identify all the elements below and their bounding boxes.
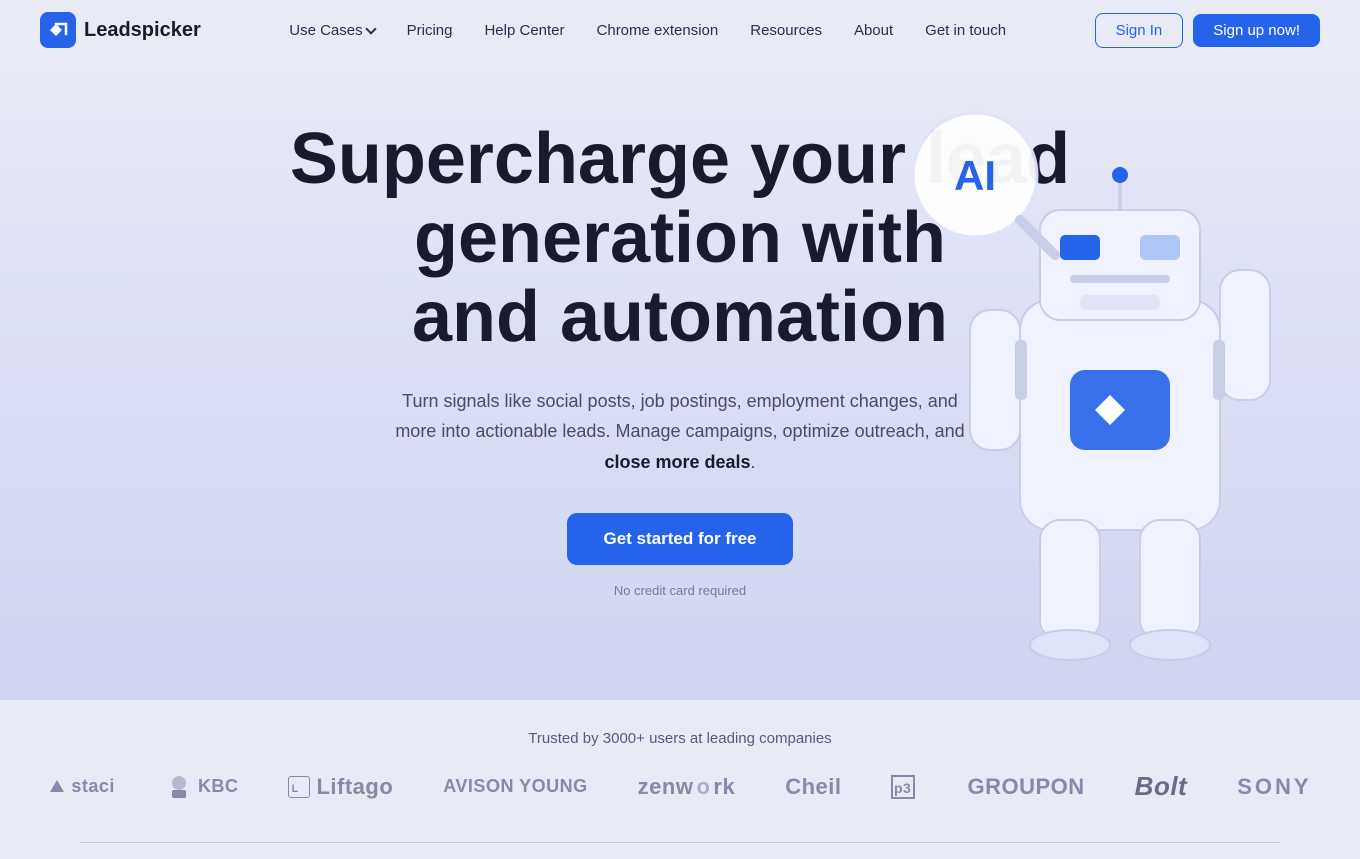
svg-text:p3: p3: [894, 780, 911, 796]
nav-chrome-extension[interactable]: Chrome extension: [583, 14, 733, 47]
svg-text:L: L: [292, 782, 299, 794]
svg-text:AI: AI: [954, 152, 996, 199]
logo-staci: staci: [48, 776, 115, 797]
ai-magnifier: AI: [910, 110, 1060, 265]
logo-cheil: Cheil: [785, 774, 841, 800]
trusted-text: Trusted by 3000+ users at leading compan…: [40, 730, 1320, 747]
signup-button[interactable]: Sign up now!: [1193, 14, 1320, 47]
nav-actions: Sign In Sign up now!: [1095, 13, 1320, 48]
hero-subtitle: Turn signals like social posts, job post…: [380, 386, 980, 478]
logo-zenwork: zenwork: [638, 774, 736, 800]
nav-resources[interactable]: Resources: [736, 14, 836, 47]
no-cc-text: No credit card required: [290, 583, 1070, 598]
logo-liftago: LLiftago: [288, 774, 393, 800]
nav-help-center[interactable]: Help Center: [470, 14, 578, 47]
cta-button[interactable]: Get started for free: [567, 513, 792, 565]
nav-pricing[interactable]: Pricing: [393, 14, 467, 47]
cta-container: Get started for free No credit card requ…: [290, 513, 1070, 598]
logo-bolt: Bolt: [1135, 771, 1188, 802]
logo-text: Leadspicker: [84, 19, 201, 42]
logos-row: staci KBC LLiftago AVISON YOUNG zenwork …: [40, 771, 1320, 802]
nav-use-cases[interactable]: Use Cases: [275, 14, 388, 47]
nav-about[interactable]: About: [840, 14, 907, 47]
divider: [80, 842, 1280, 843]
logo-icon: [40, 12, 76, 48]
logo-groupon: GROUPON: [967, 774, 1084, 800]
nav-links: Use Cases Pricing Help Center Chrome ext…: [275, 14, 1020, 47]
chevron-down-icon: [365, 23, 376, 34]
navbar: Leadspicker Use Cases Pricing Help Cente…: [0, 0, 1360, 60]
signin-button[interactable]: Sign In: [1095, 13, 1184, 48]
logo-p3: p3: [891, 775, 917, 799]
logo-avison-young: AVISON YOUNG: [443, 776, 587, 797]
logo-kbc: KBC: [165, 773, 239, 801]
trusted-section: Trusted by 3000+ users at leading compan…: [0, 700, 1360, 822]
logo[interactable]: Leadspicker: [40, 12, 201, 48]
nav-get-in-touch[interactable]: Get in touch: [911, 14, 1020, 47]
logo-sony: SONY: [1237, 774, 1311, 800]
hero-section: AI Supercharge your lead generation with…: [0, 60, 1360, 700]
